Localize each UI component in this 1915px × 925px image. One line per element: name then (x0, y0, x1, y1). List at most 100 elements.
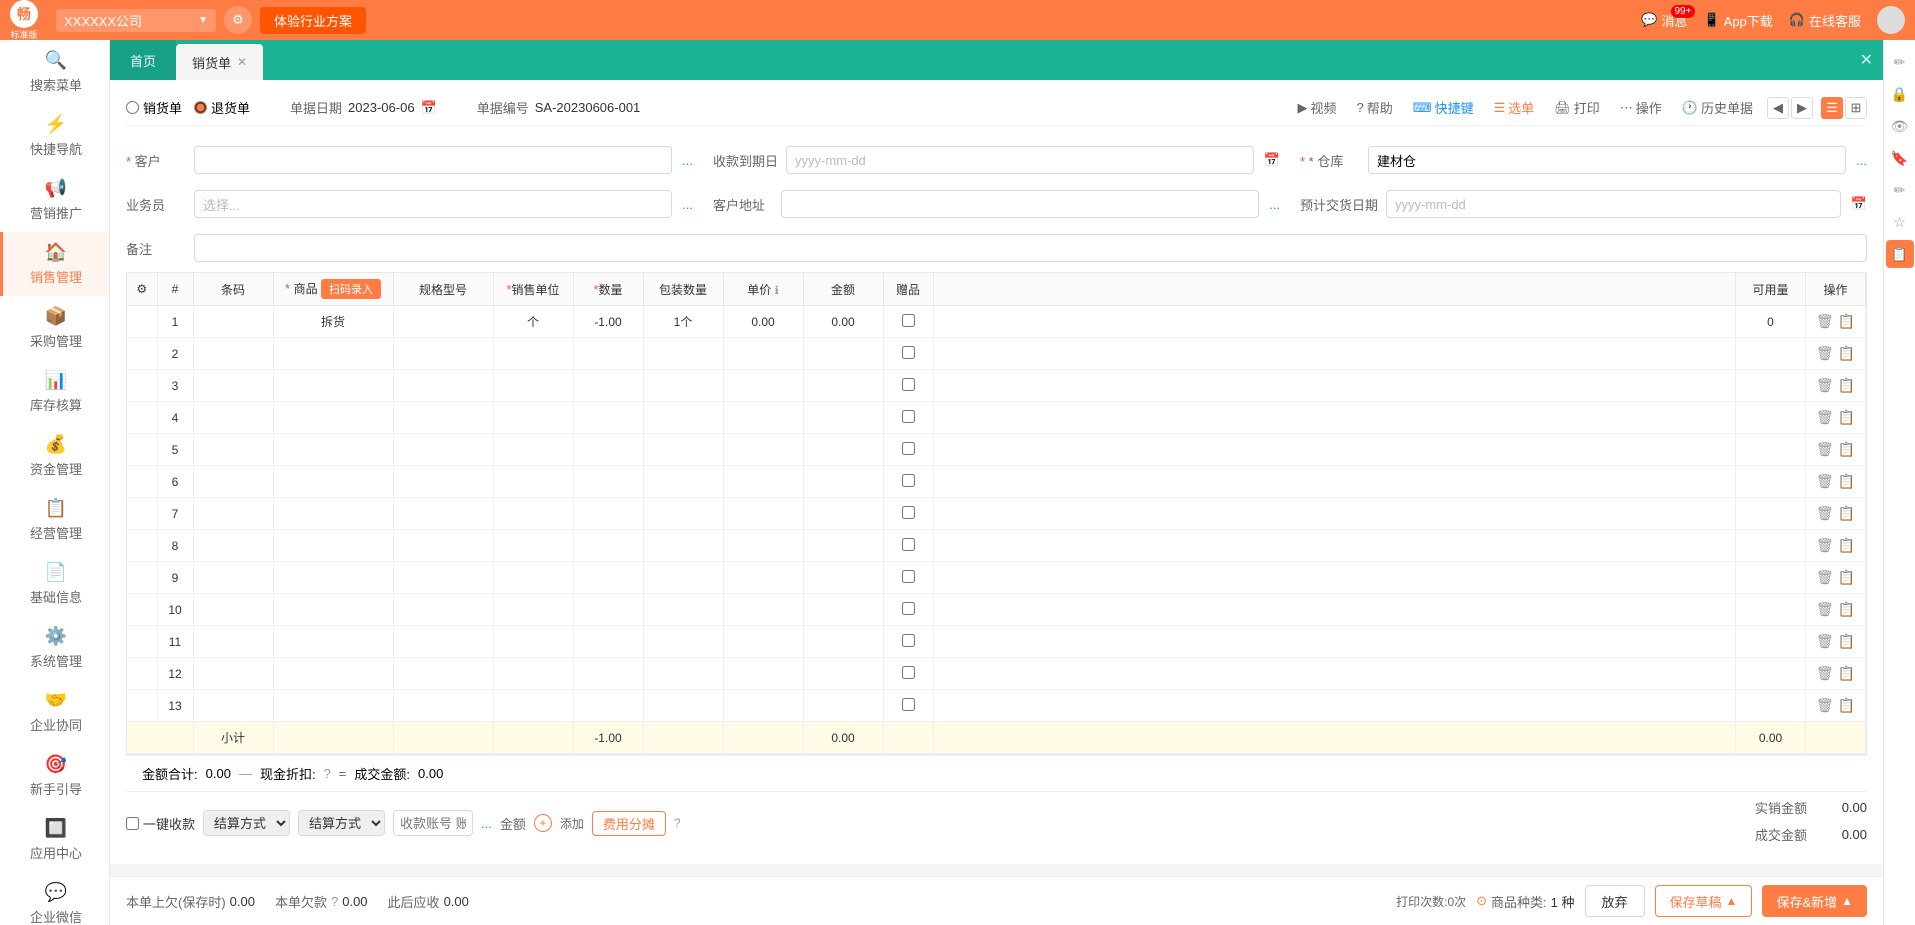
calendar-icon[interactable]: 📅 (421, 100, 437, 116)
gift-checkbox[interactable] (902, 506, 915, 519)
row-spec[interactable] (393, 626, 493, 658)
copy-icon[interactable]: 📋 (1838, 345, 1855, 362)
trial-button[interactable]: 体验行业方案 (260, 7, 366, 34)
gift-checkbox[interactable] (902, 474, 915, 487)
warehouse-input[interactable]: 建材仓 (1368, 146, 1846, 174)
sidebar-item-search[interactable]: 🔍 搜索菜单 (0, 40, 109, 104)
row-price[interactable] (723, 498, 803, 530)
shortcut-button[interactable]: ⌨ 快捷键 (1407, 96, 1480, 119)
row-pkgqty[interactable] (643, 690, 723, 722)
one-click-payment-checkbox[interactable] (126, 817, 139, 830)
delete-icon[interactable]: 🗑 (1816, 377, 1834, 394)
rt-star-icon[interactable]: ☆ (1886, 208, 1914, 236)
row-product[interactable] (273, 658, 393, 690)
row-unit[interactable] (493, 530, 573, 562)
row-barcode[interactable] (193, 626, 273, 658)
user-avatar[interactable] (1877, 6, 1905, 34)
row-pkgqty[interactable] (643, 530, 723, 562)
copy-icon[interactable]: 📋 (1838, 473, 1855, 490)
sidebar-item-inventory[interactable]: 📊 库存核算 (0, 360, 109, 424)
remark-input[interactable] (194, 234, 1867, 262)
discard-button[interactable]: 放弃 (1585, 885, 1645, 917)
copy-icon[interactable]: 📋 (1838, 601, 1855, 618)
row-amount[interactable] (803, 498, 883, 530)
warehouse-dots-button[interactable]: ... (1856, 153, 1867, 168)
sidebar-item-guide[interactable]: 🎯 新手引导 (0, 744, 109, 808)
address-input[interactable] (781, 190, 1259, 218)
row-product[interactable] (273, 530, 393, 562)
row-gear[interactable] (127, 594, 157, 626)
row-gear[interactable] (127, 466, 157, 498)
row-amount[interactable] (803, 434, 883, 466)
th-gear[interactable]: ⚙ (127, 273, 157, 306)
row-barcode[interactable] (193, 402, 273, 434)
sidebar-item-sales[interactable]: 🏠 销售管理 (0, 232, 109, 296)
tab-sales-order[interactable]: 销货单 ✕ (176, 44, 263, 80)
row-pkgqty[interactable] (643, 434, 723, 466)
scan-button[interactable]: 扫码录入 (321, 279, 381, 299)
row-price[interactable] (723, 562, 803, 594)
row-price[interactable] (723, 338, 803, 370)
row-gear[interactable] (127, 626, 157, 658)
row-gear[interactable] (127, 690, 157, 722)
row-barcode[interactable] (193, 530, 273, 562)
row-price[interactable] (723, 658, 803, 690)
company-selector[interactable]: XXXXXX公司 ▼ (56, 9, 216, 32)
gift-checkbox[interactable] (902, 570, 915, 583)
expense-split-button[interactable]: 费用分摊 (592, 811, 666, 836)
choose-button[interactable]: ☰ 选单 (1488, 96, 1541, 119)
row-gear[interactable] (127, 338, 157, 370)
row-gear[interactable] (127, 434, 157, 466)
row-price[interactable] (723, 594, 803, 626)
print-button[interactable]: 🖨 打印 (1548, 96, 1606, 119)
next-arrow[interactable]: ▶ (1791, 97, 1813, 119)
row-pkgqty[interactable] (643, 466, 723, 498)
row-unit[interactable] (493, 466, 573, 498)
delete-icon[interactable]: 🗑 (1816, 665, 1834, 682)
row-unit[interactable] (493, 434, 573, 466)
row-barcode[interactable] (193, 594, 273, 626)
row-gift[interactable] (883, 562, 933, 594)
row-gift[interactable] (883, 530, 933, 562)
one-click-payment-label[interactable]: 一键收款 (126, 814, 195, 833)
sidebar-item-appstore[interactable]: 🔲 应用中心 (0, 808, 109, 872)
row-unit[interactable] (493, 658, 573, 690)
delete-icon[interactable]: 🗑 (1816, 601, 1834, 618)
row-price[interactable] (723, 626, 803, 658)
salesperson-input[interactable]: 选择... (194, 190, 672, 218)
sidebar-item-wechat[interactable]: 💬 企业微信 (0, 872, 109, 925)
operation-button[interactable]: ⋯ 操作 (1614, 96, 1668, 119)
row-barcode[interactable] (193, 658, 273, 690)
row-spec-1[interactable] (393, 306, 493, 338)
row-unit-1[interactable]: 个 (493, 306, 573, 338)
copy-icon[interactable]: 📋 (1838, 377, 1855, 394)
add-payment-button[interactable]: + (534, 814, 552, 832)
sidebar-item-system[interactable]: ⚙️ 系统管理 (0, 616, 109, 680)
row-gear[interactable] (127, 562, 157, 594)
row-qty[interactable] (573, 626, 643, 658)
sidebar-item-finance[interactable]: 💰 资金管理 (0, 424, 109, 488)
sidebar-item-quicknav[interactable]: ⚡ 快捷导航 (0, 104, 109, 168)
history-button[interactable]: 🕐 历史单据 (1676, 96, 1759, 119)
row-product[interactable] (273, 594, 393, 626)
row-pkgqty[interactable] (643, 498, 723, 530)
row-gift[interactable] (883, 594, 933, 626)
row-gift[interactable] (883, 690, 933, 722)
row-amount[interactable] (803, 562, 883, 594)
row-pkgqty[interactable] (643, 370, 723, 402)
online-service-button[interactable]: 🎧 在线客服 (1789, 11, 1861, 30)
row-spec[interactable] (393, 530, 493, 562)
delete-icon-1[interactable]: 🗑 (1816, 313, 1834, 330)
row-barcode[interactable] (193, 370, 273, 402)
row-product[interactable] (273, 338, 393, 370)
row-product-1[interactable]: 拆货 (273, 306, 393, 338)
row-qty[interactable] (573, 658, 643, 690)
row-pkgqty[interactable] (643, 402, 723, 434)
prev-arrow[interactable]: ◀ (1767, 97, 1789, 119)
row-spec[interactable] (393, 658, 493, 690)
row-amount[interactable] (803, 402, 883, 434)
row-unit[interactable] (493, 690, 573, 722)
row-price[interactable] (723, 434, 803, 466)
rt-pencil-icon[interactable]: ✏ (1886, 176, 1914, 204)
row-gift-1[interactable] (883, 306, 933, 338)
